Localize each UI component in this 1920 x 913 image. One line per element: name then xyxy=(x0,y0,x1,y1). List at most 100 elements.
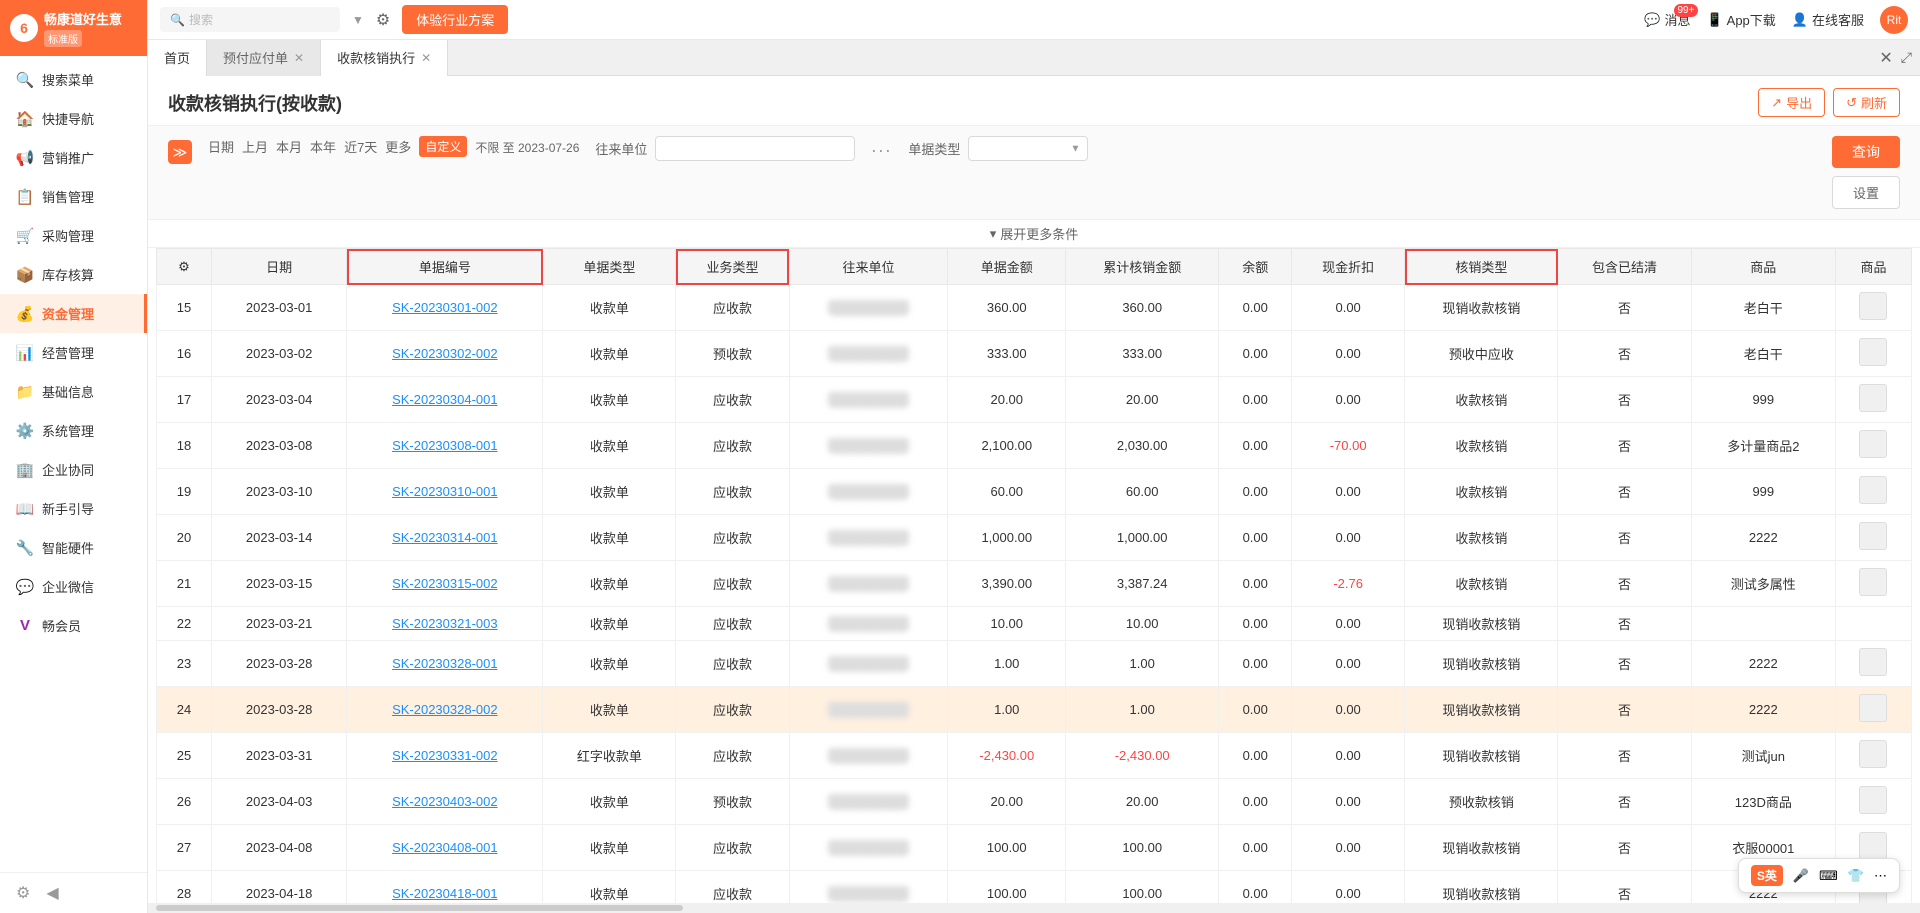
bill-no-link[interactable]: SK-20230302-002 xyxy=(392,346,498,361)
cell-partner: ████████ xyxy=(789,641,948,687)
bill-no-link[interactable]: SK-20230328-002 xyxy=(392,702,498,717)
bill-no-link[interactable]: SK-20230301-002 xyxy=(392,300,498,315)
sidebar-item-enterprise[interactable]: 🏢 企业协同 xyxy=(0,450,147,489)
tab-prepay[interactable]: 预付应付单 ✕ xyxy=(207,40,321,76)
filter-more[interactable]: 更多 xyxy=(385,137,411,156)
cell-partner: ████████ xyxy=(789,607,948,641)
bill-no-link[interactable]: SK-20230331-002 xyxy=(392,748,498,763)
page-title: 收款核销执行(按收款) xyxy=(168,90,342,116)
cell-bill-amount: 10.00 xyxy=(948,607,1066,641)
filter-this-year[interactable]: 本年 xyxy=(310,137,336,156)
bill-no-link[interactable]: SK-20230403-002 xyxy=(392,794,498,809)
cell-write-off-type: 预收款核销 xyxy=(1405,779,1558,825)
filter-this-month[interactable]: 本月 xyxy=(276,137,302,156)
tabbar-expand-icon[interactable]: ⤢ xyxy=(1901,49,1912,66)
sidebar-item-quick-nav[interactable]: 🏠 快捷导航 xyxy=(0,99,147,138)
online-service-button[interactable]: 👤 在线客服 xyxy=(1792,10,1864,29)
query-button[interactable]: 查询 xyxy=(1832,136,1900,168)
cell-include-settled: 否 xyxy=(1558,423,1691,469)
partner-input[interactable] xyxy=(666,141,826,156)
filter-toggle-button[interactable]: ≫ xyxy=(168,140,192,164)
home-icon: 🏠 xyxy=(16,110,34,128)
cell-bill-no: SK-20230403-002 xyxy=(347,779,543,825)
topbar-search-box[interactable]: 🔍 搜索 xyxy=(160,7,340,32)
settings-button[interactable]: 设置 xyxy=(1832,176,1900,209)
bill-no-link[interactable]: SK-20230314-001 xyxy=(392,530,498,545)
filter-expand-bar: ▾ 展开更多条件 xyxy=(148,220,1920,248)
tab-prepay-close-icon[interactable]: ✕ xyxy=(294,51,304,65)
bill-no-link[interactable]: SK-20230328-001 xyxy=(392,656,498,671)
sidebar-item-marketing[interactable]: 📢 营销推广 xyxy=(0,138,147,177)
cell-include-settled: 否 xyxy=(1558,641,1691,687)
ime-shirt-icon[interactable]: 👕 xyxy=(1848,868,1864,884)
bill-type-select[interactable]: 收款单 红字收款单 xyxy=(968,136,1088,161)
app-download-button[interactable]: 📱 App下载 xyxy=(1706,10,1775,29)
bill-no-link[interactable]: SK-20230308-001 xyxy=(392,438,498,453)
cell-product: 测试多属性 xyxy=(1691,561,1835,607)
cell-cash-discount: 0.00 xyxy=(1292,377,1405,423)
basic-icon: 📁 xyxy=(16,383,34,401)
search-placeholder: 搜索 xyxy=(189,11,213,28)
refresh-button[interactable]: ↺ 刷新 xyxy=(1833,88,1900,117)
table-wrap[interactable]: ⚙ 日期 单据编号 单据类型 业务类型 往来单位 单据金额 累计核销金额 余额 … xyxy=(148,248,1920,903)
table-row: 20 2023-03-14 SK-20230314-001 收款单 应收款 ██… xyxy=(157,515,1912,561)
sidebar-item-guide[interactable]: 📖 新手引导 xyxy=(0,489,147,528)
collapse-icon[interactable]: ◀ xyxy=(46,883,58,903)
filter-last-month[interactable]: 上月 xyxy=(242,137,268,156)
sidebar-item-basic[interactable]: 📁 基础信息 xyxy=(0,372,147,411)
cell-write-off-type: 现销收款核销 xyxy=(1405,641,1558,687)
sidebar-item-inventory[interactable]: 📦 库存核算 xyxy=(0,255,147,294)
ime-mic-icon[interactable]: 🎤 xyxy=(1793,868,1809,884)
cell-biz-type: 应收款 xyxy=(676,377,789,423)
sidebar-item-label: 基础信息 xyxy=(42,382,94,401)
cell-balance: 0.00 xyxy=(1219,871,1292,904)
settings-bottom-icon[interactable]: ⚙ xyxy=(16,883,30,903)
bill-no-link[interactable]: SK-20230315-002 xyxy=(392,576,498,591)
sidebar-bottom: ⚙ ◀ xyxy=(0,872,147,913)
expand-more-button[interactable]: ▾ 展开更多条件 xyxy=(990,224,1079,243)
sidebar-item-purchase[interactable]: 🛒 采购管理 xyxy=(0,216,147,255)
tab-home[interactable]: 首页 xyxy=(148,40,207,76)
bill-no-link[interactable]: SK-20230408-001 xyxy=(392,840,498,855)
logo-icon: 6 xyxy=(10,14,38,42)
export-label: 导出 xyxy=(1786,93,1812,112)
sidebar-item-finance[interactable]: 💰 资金管理 xyxy=(0,294,147,333)
ime-keyboard-icon[interactable]: ⌨ xyxy=(1819,868,1838,884)
ime-more-icon[interactable]: ⋯ xyxy=(1874,868,1887,884)
tab-collection-close-icon[interactable]: ✕ xyxy=(421,51,431,65)
cell-include-settled: 否 xyxy=(1558,331,1691,377)
col-settings-icon[interactable]: ⚙ xyxy=(157,249,212,285)
cell-product: 123D商品 xyxy=(1691,779,1835,825)
industry-solution-button[interactable]: 体验行业方案 xyxy=(402,5,508,34)
user-avatar[interactable]: Rit xyxy=(1880,6,1908,34)
bill-no-link[interactable]: SK-20230304-001 xyxy=(392,392,498,407)
cell-product: 2222 xyxy=(1691,687,1835,733)
filter-custom-date-button[interactable]: 自定义 xyxy=(419,136,467,157)
col-bill-type: 单据类型 xyxy=(543,249,676,285)
sidebar-item-member[interactable]: V 畅会员 xyxy=(0,606,147,645)
sidebar-item-search[interactable]: 🔍 搜索菜单 xyxy=(0,60,147,99)
cell-partner: ████████ xyxy=(789,423,948,469)
sales-icon: 📋 xyxy=(16,188,34,206)
filter-7-days[interactable]: 近7天 xyxy=(344,137,377,156)
sidebar-item-operations[interactable]: 📊 经营管理 xyxy=(0,333,147,372)
sidebar-item-wechat[interactable]: 💬 企业微信 xyxy=(0,567,147,606)
bill-no-link[interactable]: SK-20230321-003 xyxy=(392,616,498,631)
tabbar-close-all-icon[interactable]: ✕ xyxy=(1879,48,1892,68)
bill-no-link[interactable]: SK-20230418-001 xyxy=(392,886,498,901)
messages-button[interactable]: 💬 消息 99+ xyxy=(1644,10,1690,29)
sidebar-item-hardware[interactable]: 🔧 智能硬件 xyxy=(0,528,147,567)
sidebar-item-system[interactable]: ⚙️ 系统管理 xyxy=(0,411,147,450)
export-button[interactable]: ↗ 导出 xyxy=(1758,88,1825,117)
bill-no-link[interactable]: SK-20230310-001 xyxy=(392,484,498,499)
cell-biz-type: 应收款 xyxy=(676,825,789,871)
tab-collection[interactable]: 收款核销执行 ✕ xyxy=(321,40,448,76)
cell-date: 2023-03-04 xyxy=(211,377,346,423)
horizontal-scrollbar[interactable] xyxy=(148,903,1920,913)
logo-text: 畅康道好生意 标准版 xyxy=(44,9,122,47)
cell-no: 21 xyxy=(157,561,212,607)
sidebar-item-sales[interactable]: 📋 销售管理 xyxy=(0,177,147,216)
cell-bill-type: 收款单 xyxy=(543,687,676,733)
dropdown-arrow-icon[interactable]: ▼ xyxy=(352,13,364,27)
gear-icon[interactable]: ⚙ xyxy=(376,10,390,30)
